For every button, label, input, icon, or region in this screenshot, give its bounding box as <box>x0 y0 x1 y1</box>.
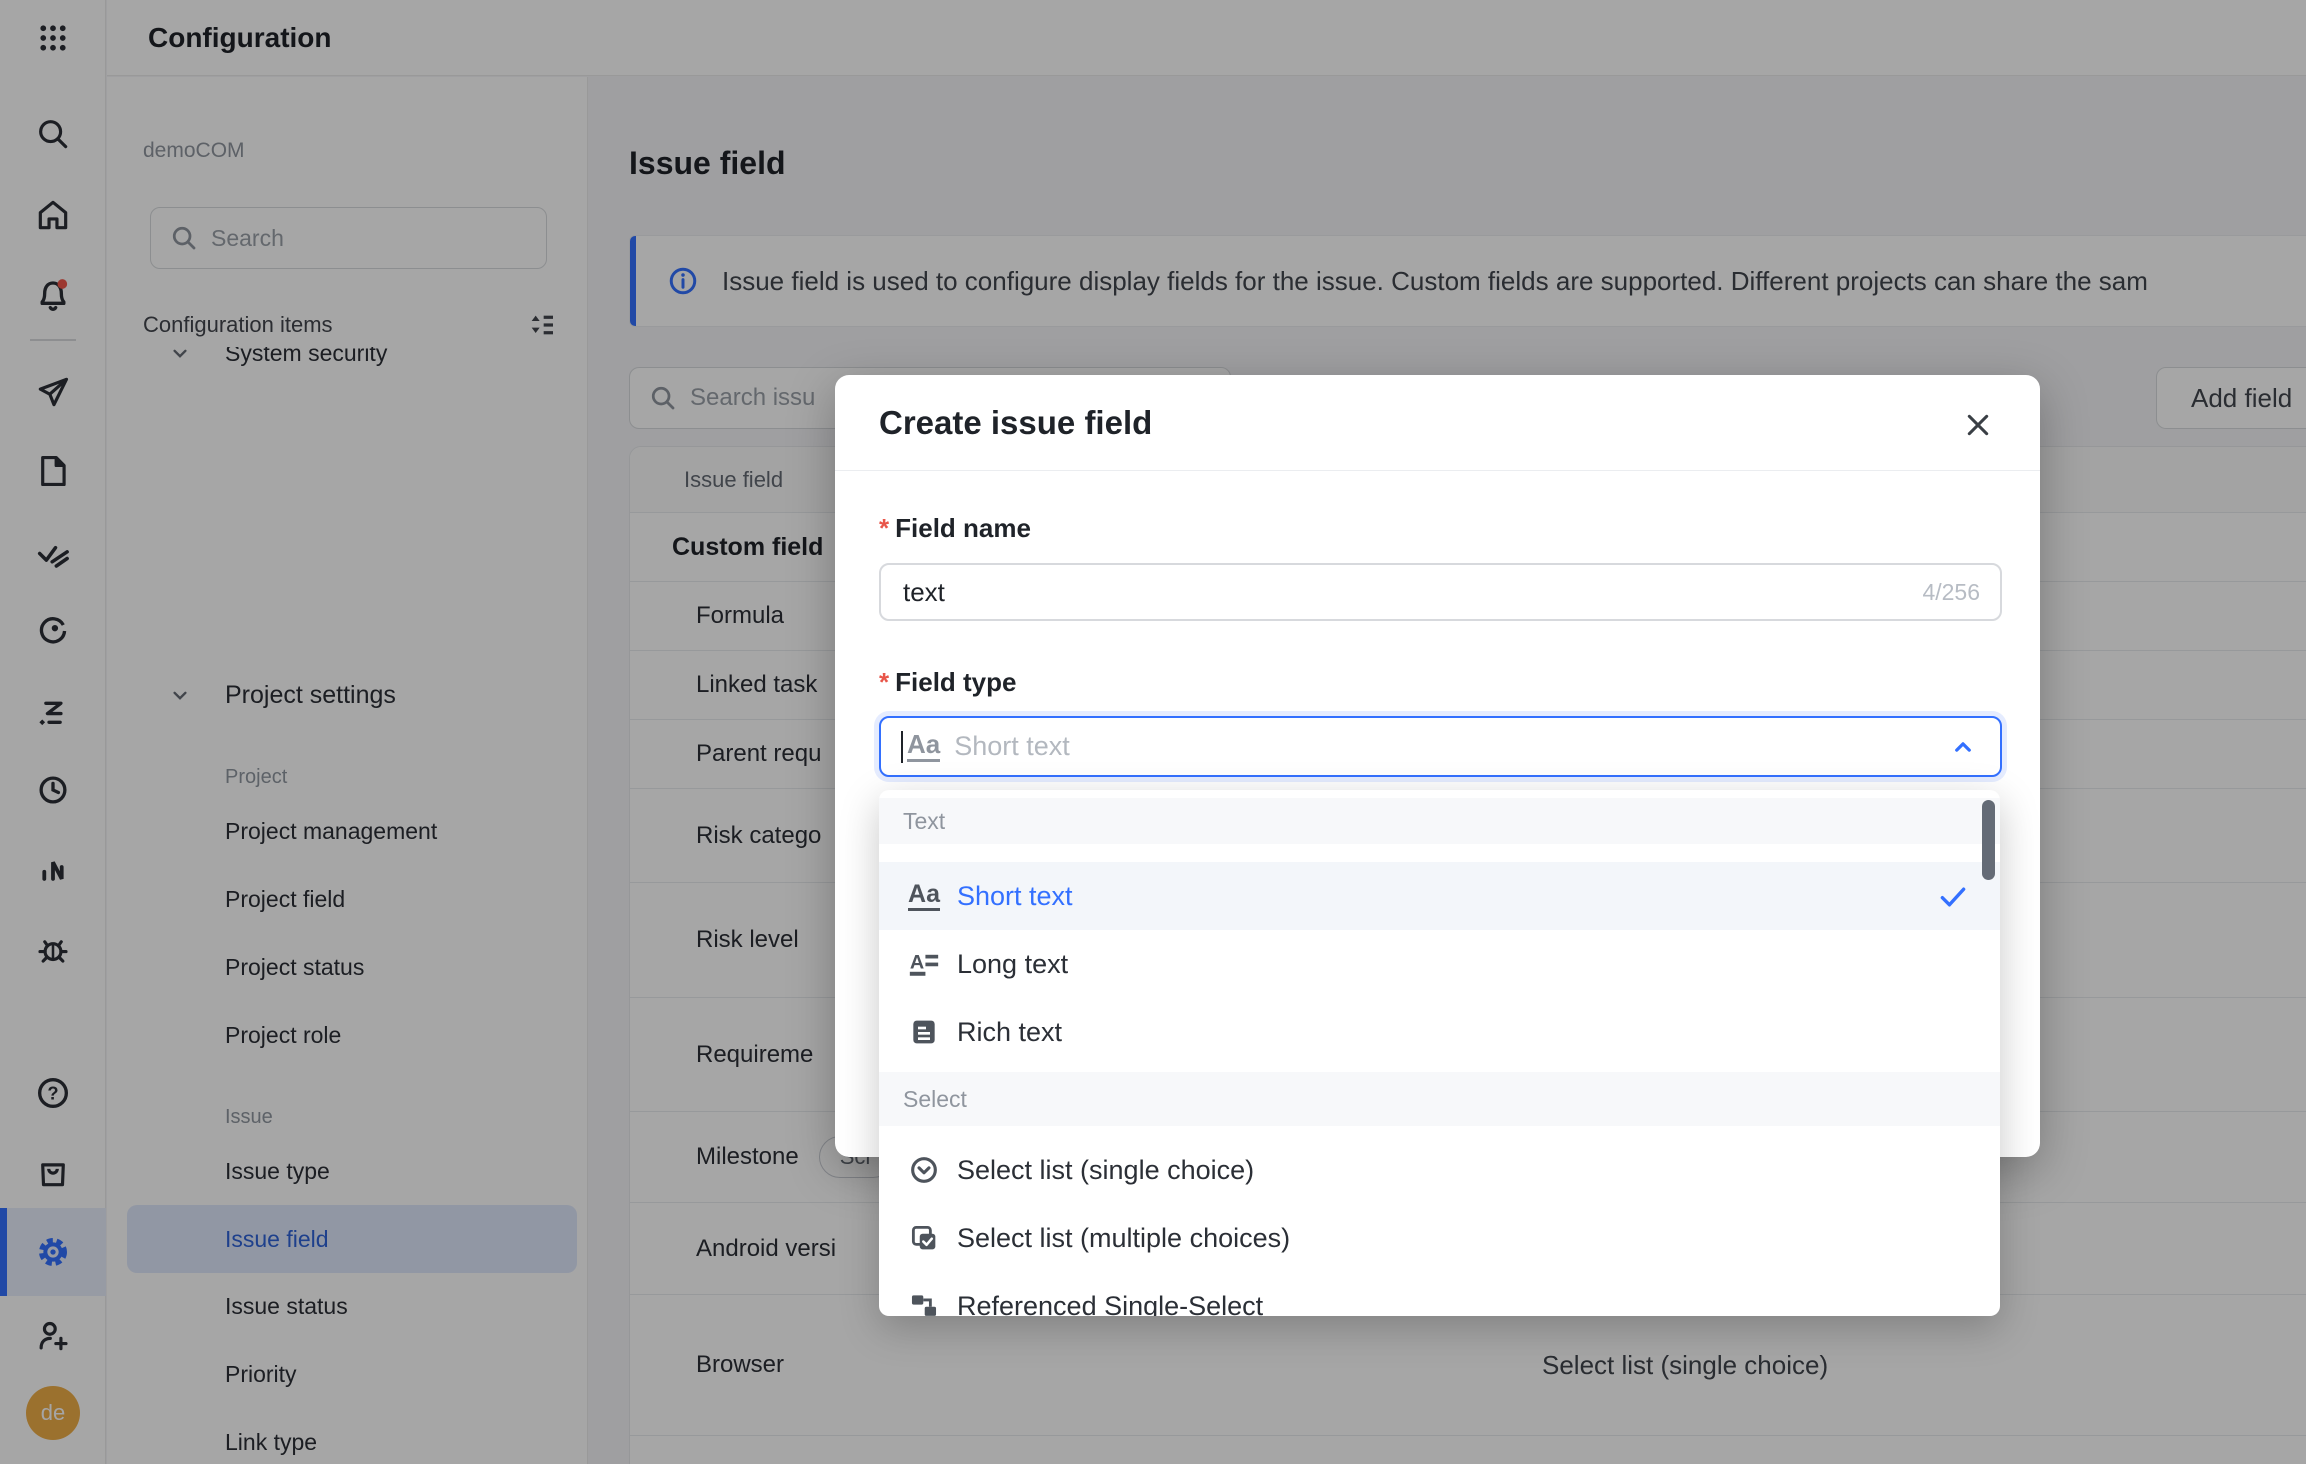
short-text-icon: Aa <box>903 881 945 911</box>
option-select-list-multiple[interactable]: Select list (multiple choices) <box>879 1204 2000 1272</box>
close-icon <box>1967 414 1989 436</box>
rich-text-icon <box>903 1016 945 1048</box>
char-counter: 4/256 <box>1922 578 1980 605</box>
svg-text:A: A <box>910 951 924 973</box>
multi-select-icon <box>903 1221 945 1255</box>
check-icon <box>1936 880 1970 919</box>
dropdown-scrollbar[interactable] <box>1982 800 1995 880</box>
field-type-label: * Field type <box>879 667 1017 697</box>
close-button[interactable] <box>1956 403 2000 447</box>
modal-header: Create issue field <box>835 375 2040 471</box>
modal-title: Create issue field <box>879 403 1153 441</box>
single-select-icon <box>903 1153 945 1187</box>
field-type-placeholder: Short text <box>954 731 1070 761</box>
group-header-select: Select <box>879 1072 2000 1126</box>
option-long-text[interactable]: A Long text <box>879 930 2000 998</box>
chevron-up-icon <box>1948 732 1978 767</box>
field-type-select[interactable]: Aa Short text <box>879 716 2002 777</box>
group-header-text: Text <box>879 798 2000 844</box>
screen: ? de Configuration demoCOM Search Config… <box>0 0 2306 1464</box>
option-referenced-single-select[interactable]: Referenced Single-Select <box>879 1272 2000 1316</box>
field-type-dropdown: Text Aa Short text A Long text Rich text… <box>879 790 2000 1316</box>
required-asterisk: * <box>879 513 890 543</box>
referenced-single-select-icon <box>903 1289 945 1316</box>
option-rich-text[interactable]: Rich text <box>879 998 2000 1066</box>
text-caret <box>901 730 903 763</box>
long-text-icon: A <box>903 947 945 981</box>
required-asterisk: * <box>879 667 890 697</box>
field-name-input[interactable]: 4/256 <box>879 563 2002 621</box>
option-select-list-single[interactable]: Select list (single choice) <box>879 1136 2000 1204</box>
short-text-icon: Aa <box>907 731 941 762</box>
option-short-text[interactable]: Aa Short text <box>879 862 2000 930</box>
field-name-label: * Field name <box>879 513 1031 543</box>
field-name-text-input[interactable] <box>903 576 1923 608</box>
